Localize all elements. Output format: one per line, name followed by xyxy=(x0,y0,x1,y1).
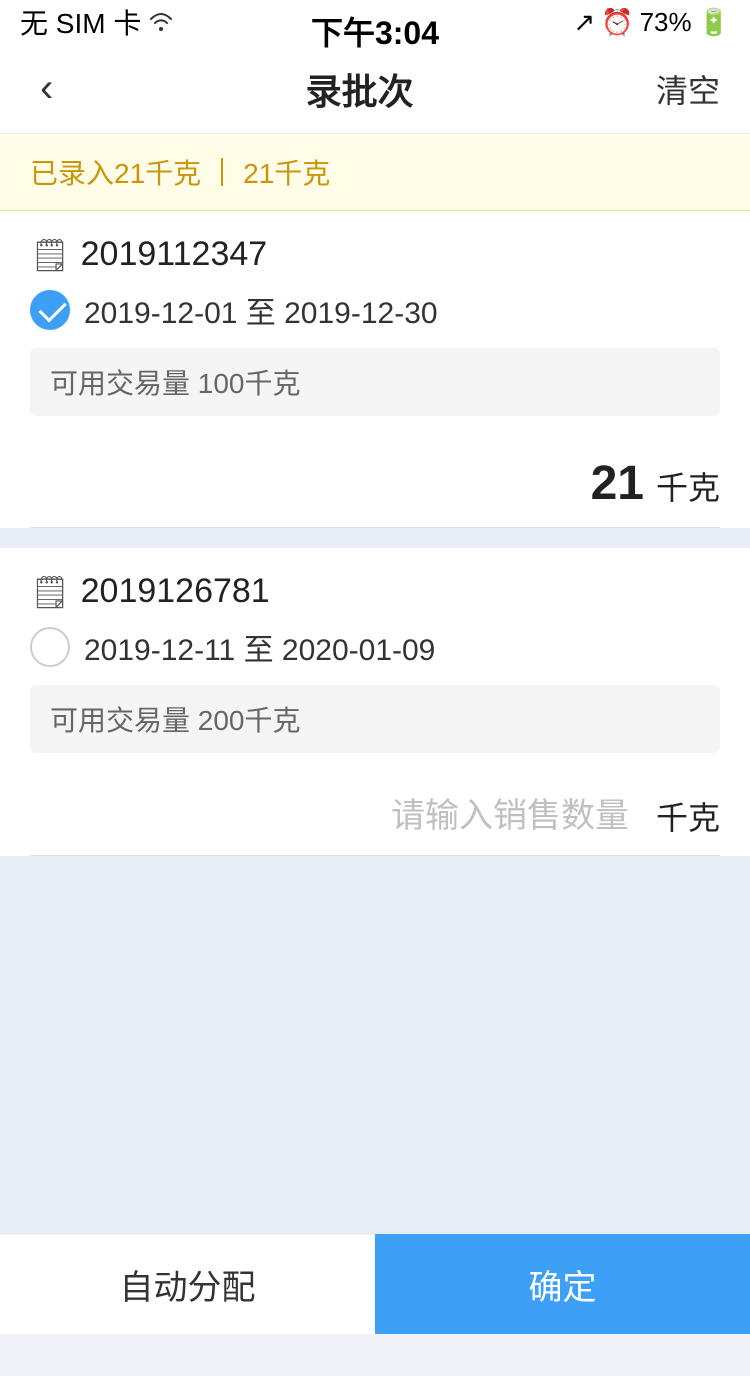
clear-button[interactable]: 清空 xyxy=(656,66,720,112)
doc-icon-2: 🗒 xyxy=(30,573,71,611)
batch-id-2: 2019126781 xyxy=(81,572,270,611)
batch-date-row-1: 2019-12-01 至 2019-12-30 xyxy=(30,288,720,332)
status-time: 下午3:04 xyxy=(311,8,439,54)
status-bar: 无 SIM 卡 下午3:04 ↗ ⏰ 73% 🔋 xyxy=(0,0,750,44)
amount-unit-1: 千克 xyxy=(656,463,720,509)
summary-divider xyxy=(221,158,223,186)
confirm-button[interactable]: 确定 xyxy=(375,1234,750,1334)
batch-item-1[interactable]: 🗒 2019112347 2019-12-01 至 2019-12-30 可用交… xyxy=(0,211,750,436)
summary-banner: 已录入21千克 21千克 xyxy=(0,134,750,211)
battery-label: 73% xyxy=(640,7,692,38)
summary-value: 21千克 xyxy=(243,152,330,192)
back-button[interactable]: ‹ xyxy=(30,56,63,121)
page-title: 录批次 xyxy=(306,63,414,115)
batch-id-row-1: 🗒 2019112347 xyxy=(30,235,720,274)
empty-space xyxy=(0,856,750,1276)
status-left: 无 SIM 卡 xyxy=(20,2,173,42)
doc-icon-1: 🗒 xyxy=(30,236,71,274)
qty-input-2[interactable] xyxy=(30,797,644,836)
radio-checked-1[interactable] xyxy=(30,290,70,330)
avail-row-2: 可用交易量 200千克 xyxy=(30,685,720,753)
batch-separator xyxy=(0,528,750,548)
batch-date-2: 2019-12-11 至 2020-01-09 xyxy=(84,625,435,669)
alarm-icon: ⏰ xyxy=(601,7,633,38)
status-right: ↗ ⏰ 73% 🔋 xyxy=(573,7,730,38)
batch-date-1: 2019-12-01 至 2019-12-30 xyxy=(84,288,438,332)
content-area: 🗒 2019112347 2019-12-01 至 2019-12-30 可用交… xyxy=(0,211,750,1376)
qty-unit-2: 千克 xyxy=(656,793,720,839)
batch-id-row-2: 🗒 2019126781 xyxy=(30,572,720,611)
batch-date-row-2: 2019-12-11 至 2020-01-09 xyxy=(30,625,720,669)
carrier-label: 无 SIM 卡 xyxy=(20,2,141,42)
batch-item-2[interactable]: 🗒 2019126781 2019-12-11 至 2020-01-09 可用交… xyxy=(0,548,750,773)
auto-distribute-button[interactable]: 自动分配 xyxy=(0,1234,375,1334)
amount-value-1: 21 xyxy=(591,456,644,511)
nav-bar: ‹ 录批次 清空 xyxy=(0,44,750,134)
wifi-icon xyxy=(149,6,173,38)
radio-unchecked-2[interactable] xyxy=(30,627,70,667)
batch-card-2: 🗒 2019126781 2019-12-11 至 2020-01-09 可用交… xyxy=(0,548,750,856)
avail-row-1: 可用交易量 100千克 xyxy=(30,348,720,416)
summary-label: 已录入21千克 xyxy=(30,152,201,192)
input-row-2: 千克 xyxy=(0,773,750,855)
location-icon: ↗ xyxy=(573,7,595,38)
battery-icon: 🔋 xyxy=(698,7,730,38)
amount-row-1: 21 千克 xyxy=(0,436,750,527)
batch-card-1: 🗒 2019112347 2019-12-01 至 2019-12-30 可用交… xyxy=(0,211,750,528)
batch-id-1: 2019112347 xyxy=(81,235,268,274)
bottom-bar: 自动分配 确定 xyxy=(0,1234,750,1334)
